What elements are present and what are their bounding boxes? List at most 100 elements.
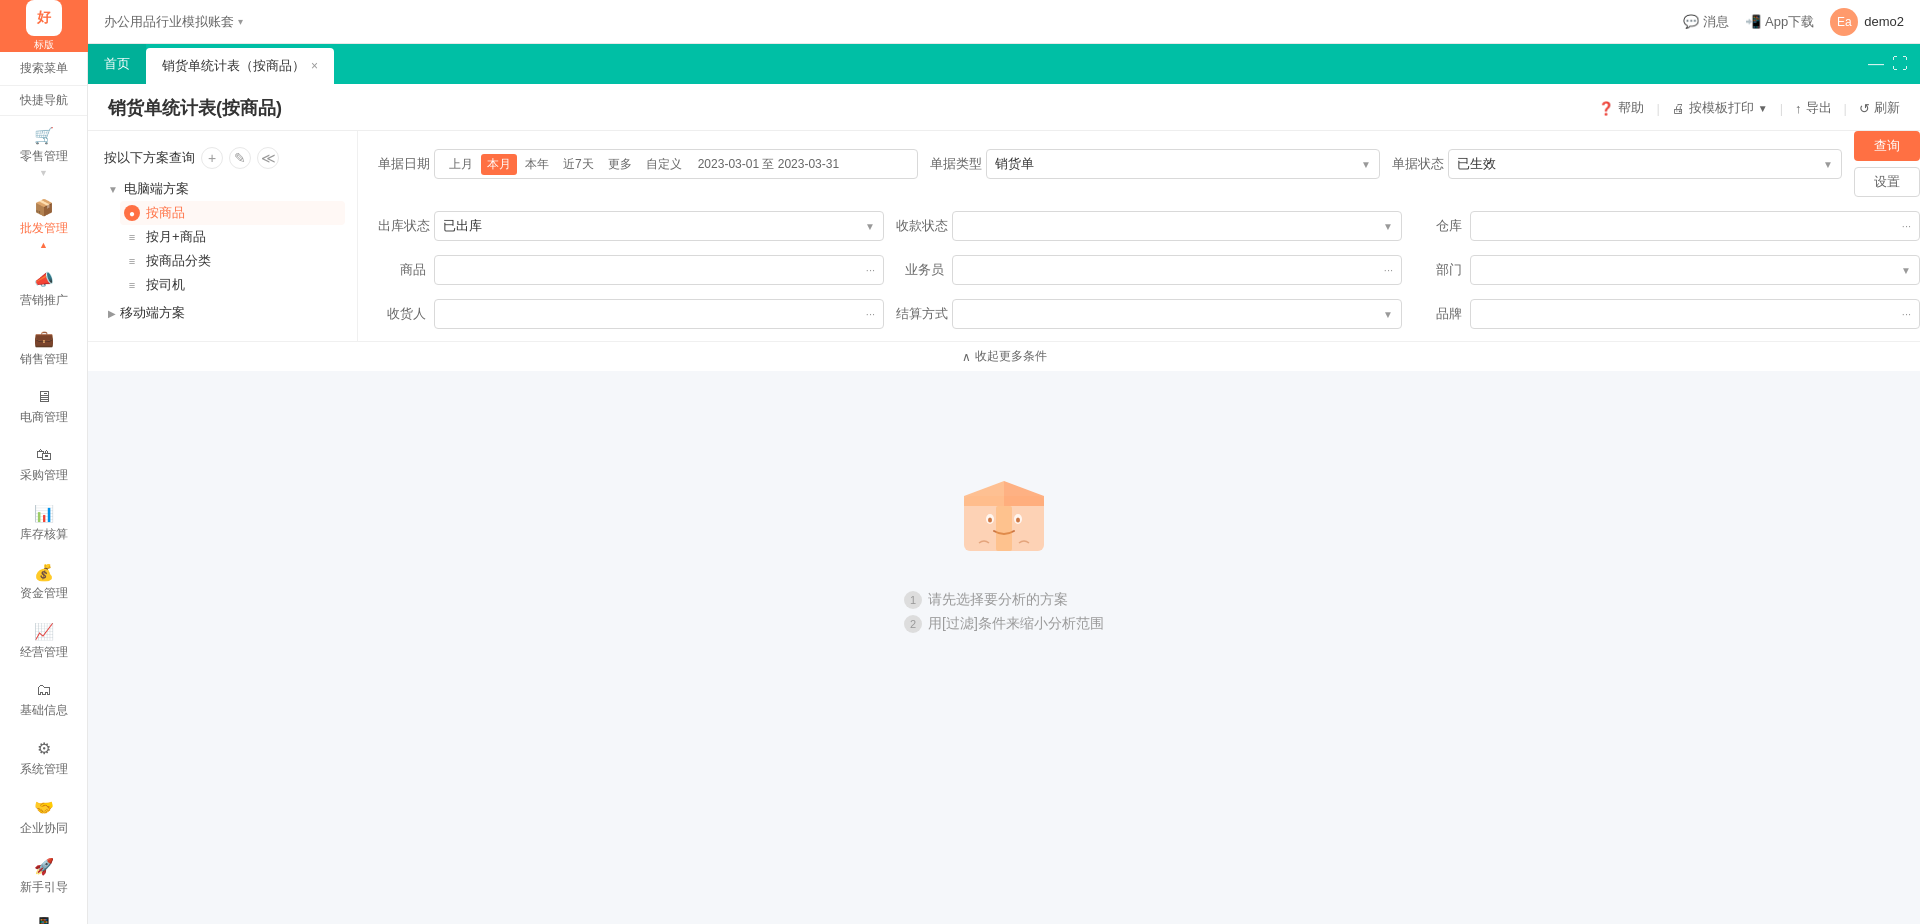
sidebar-item-basic[interactable]: 🗂 基础信息 xyxy=(0,671,87,729)
out-status-control[interactable]: 已出库 ▼ xyxy=(434,211,884,241)
tab-minimize-icon[interactable]: — xyxy=(1868,55,1884,73)
tab-close-icon[interactable]: × xyxy=(311,59,318,73)
chevron-up-collapse-icon: ∧ xyxy=(962,350,971,364)
filter-body: 按以下方案查询 + ✎ ≪ xyxy=(88,131,1920,341)
tree-item-by-product[interactable]: ● 按商品 xyxy=(120,201,345,225)
receive-status-control[interactable]: ▼ xyxy=(952,211,1402,241)
doc-status-dropdown-icon: ▼ xyxy=(1823,159,1833,170)
refresh-button[interactable]: ↺ 刷新 xyxy=(1859,99,1900,117)
sidebar-item-inventory[interactable]: 📊 库存核算 xyxy=(0,494,87,553)
add-scheme-button[interactable]: + xyxy=(201,147,223,169)
tree-expand-icon: ▼ xyxy=(108,184,118,195)
date-tab-more[interactable]: 更多 xyxy=(602,154,638,175)
payment-dropdown-icon: ▼ xyxy=(1383,309,1393,320)
payment-field: 结算方式 ▼ xyxy=(896,299,1402,329)
date-tab-last-month[interactable]: 上月 xyxy=(443,154,479,175)
tabbar-actions: — ⛶ xyxy=(1868,55,1920,73)
tab-bar: 首页 销货单统计表（按商品） × — ⛶ xyxy=(88,44,1920,84)
tab-maximize-icon[interactable]: ⛶ xyxy=(1892,55,1908,73)
sidebar: 好 标版 搜索菜单 快捷导航 🛒 零售管理 ▼ 📦 批发管理 ▲ 📣 营销推广 … xyxy=(0,0,88,924)
doc-type-field: 单据类型 销货单 ▼ xyxy=(930,149,1380,179)
date-tab-7days[interactable]: 近7天 xyxy=(557,154,600,175)
retail-icon: 🛒 xyxy=(34,126,54,145)
filter-left-header: 按以下方案查询 + ✎ ≪ xyxy=(104,147,345,169)
svg-point-3 xyxy=(988,518,992,523)
user-menu[interactable]: Ea demo2 xyxy=(1830,8,1904,36)
sidebar-item-finance[interactable]: 💰 资金管理 xyxy=(0,553,87,612)
pc-section-header[interactable]: ▼ 电脑端方案 xyxy=(104,177,345,201)
sidebar-item-marketing[interactable]: 📣 营销推广 xyxy=(0,260,87,319)
system-icon: ⚙ xyxy=(37,739,51,758)
sidebar-item-corp[interactable]: 🤝 企业协同 xyxy=(0,788,87,847)
date-control[interactable]: 上月 本月 本年 近7天 更多 自定义 2023-03-01 至 2023-03… xyxy=(434,149,918,179)
print-button[interactable]: 🖨 按模板打印 ▼ xyxy=(1672,99,1768,117)
app-logo[interactable]: 好 标版 xyxy=(0,0,88,52)
dept-control[interactable]: ▼ xyxy=(1470,255,1920,285)
product-control[interactable]: ··· xyxy=(434,255,884,285)
sidebar-item-retail[interactable]: 🛒 零售管理 ▼ xyxy=(0,116,87,188)
receiver-more-icon[interactable]: ··· xyxy=(866,308,875,320)
mobile-section-header[interactable]: ▶ 移动端方案 xyxy=(104,301,345,325)
marketing-icon: 📣 xyxy=(34,270,54,289)
hint-2-num: 2 xyxy=(904,615,922,633)
receiver-control[interactable]: ··· xyxy=(434,299,884,329)
svg-point-4 xyxy=(1016,518,1020,523)
sidebar-item-sales[interactable]: 💼 销售管理 xyxy=(0,319,87,378)
tree-item-by-driver[interactable]: ≡ 按司机 xyxy=(120,273,345,297)
wholesale-icon: 📦 xyxy=(34,198,54,217)
sidebar-item-system[interactable]: ⚙ 系统管理 xyxy=(0,729,87,788)
sidebar-item-wholesale[interactable]: 📦 批发管理 ▲ xyxy=(0,188,87,260)
staff-field: 业务员 ··· xyxy=(896,255,1402,285)
collapse-more-conditions[interactable]: ∧ 收起更多条件 xyxy=(88,341,1920,371)
industry-title[interactable]: 办公用品行业模拟账套 ▾ xyxy=(104,13,243,31)
warehouse-more-icon[interactable]: ··· xyxy=(1902,220,1911,232)
sidebar-item-appstore[interactable]: 📱 应用中心 xyxy=(0,906,87,924)
help-button[interactable]: ❓ 帮助 xyxy=(1598,99,1644,117)
edit-icon: ✎ xyxy=(234,150,246,166)
date-tab-this-month[interactable]: 本月 xyxy=(481,154,517,175)
dept-dropdown-icon: ▼ xyxy=(1901,265,1911,276)
app-download-button[interactable]: 📲 App下载 xyxy=(1745,13,1814,31)
download-icon: 📲 xyxy=(1745,14,1761,29)
staff-more-icon[interactable]: ··· xyxy=(1384,264,1393,276)
tab-sales-report[interactable]: 销货单统计表（按商品） × xyxy=(146,48,334,84)
brand-control[interactable]: ··· xyxy=(1470,299,1920,329)
query-button[interactable]: 查询 xyxy=(1854,131,1920,161)
tab-home[interactable]: 首页 xyxy=(88,44,146,84)
sidebar-quick-nav[interactable]: 快捷导航 xyxy=(0,86,87,116)
tree-item-by-category[interactable]: ≡ 按商品分类 xyxy=(120,249,345,273)
sidebar-item-purchase[interactable]: 🛍 采购管理 xyxy=(0,436,87,494)
date-range-value: 2023-03-01 至 2023-03-31 xyxy=(698,156,839,173)
export-button[interactable]: ↑ 导出 xyxy=(1795,99,1832,117)
collapse-tree-button[interactable]: ≪ xyxy=(257,147,279,169)
message-button[interactable]: 💬 消息 xyxy=(1683,13,1729,31)
warehouse-control[interactable]: ··· xyxy=(1470,211,1920,241)
main-area: 办公用品行业模拟账套 ▾ 💬 消息 📲 App下载 Ea demo2 首页 销货… xyxy=(88,0,1920,924)
edit-scheme-button[interactable]: ✎ xyxy=(229,147,251,169)
operation-icon: 📈 xyxy=(34,622,54,641)
doc-status-control[interactable]: 已生效 ▼ xyxy=(1448,149,1842,179)
product-more-icon[interactable]: ··· xyxy=(866,264,875,276)
svg-rect-5 xyxy=(996,506,1012,551)
date-tab-custom[interactable]: 自定义 xyxy=(640,154,688,175)
settings-button[interactable]: 设置 xyxy=(1854,167,1920,197)
sidebar-item-operation[interactable]: 📈 经营管理 xyxy=(0,612,87,671)
filter-row-3: 商品 ··· 业务员 ··· xyxy=(378,255,1920,285)
doc-type-control[interactable]: 销货单 ▼ xyxy=(986,149,1380,179)
brand-more-icon[interactable]: ··· xyxy=(1902,308,1911,320)
refresh-icon: ↺ xyxy=(1859,101,1870,116)
sidebar-search[interactable]: 搜索菜单 xyxy=(0,52,87,86)
date-tab-this-year[interactable]: 本年 xyxy=(519,154,555,175)
sidebar-item-ecommerce[interactable]: 🖥 电商管理 xyxy=(0,378,87,436)
pc-tree-children: ● 按商品 ≡ 按月+商品 ≡ 按商品分类 xyxy=(104,201,345,297)
item-icon: ≡ xyxy=(124,253,140,269)
staff-control[interactable]: ··· xyxy=(952,255,1402,285)
chevron-up-icon: ▲ xyxy=(39,240,48,250)
sidebar-item-guide[interactable]: 🚀 新手引导 xyxy=(0,847,87,906)
help-icon: ❓ xyxy=(1598,101,1614,116)
payment-control[interactable]: ▼ xyxy=(952,299,1402,329)
mobile-tree-section: ▶ 移动端方案 xyxy=(104,301,345,325)
print-icon: 🖨 xyxy=(1672,101,1685,116)
message-icon: 💬 xyxy=(1683,14,1699,29)
tree-item-by-month-product[interactable]: ≡ 按月+商品 xyxy=(120,225,345,249)
